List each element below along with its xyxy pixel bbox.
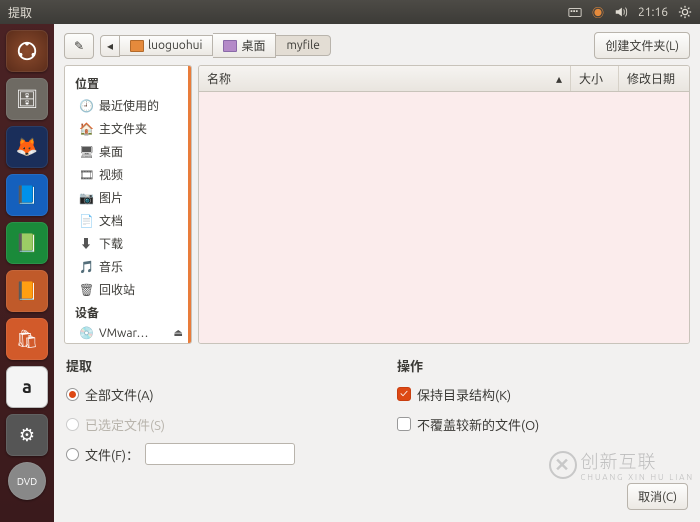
trash-icon: 🗑: [79, 283, 93, 297]
disc-icon: 💿: [79, 326, 93, 340]
writer-icon[interactable]: 📘: [6, 174, 48, 216]
place-videos[interactable]: 🎞视频: [65, 163, 191, 186]
amazon-icon[interactable]: a: [6, 366, 48, 408]
operation-header: 操作: [397, 356, 688, 375]
keyboard-indicator[interactable]: [568, 5, 582, 19]
dvd-icon[interactable]: DVD: [8, 462, 46, 500]
music-icon: 🎵: [79, 260, 93, 274]
extract-header: 提取: [66, 356, 357, 375]
file-list[interactable]: [199, 92, 689, 343]
place-home[interactable]: 🏠主文件夹: [65, 117, 191, 140]
unity-launcher: 🗄 🦊 📘 📗 📙 🛍 a ⚙ DVD: [0, 24, 54, 522]
operation-options: 操作 保持目录结构(K) 不覆盖较新的文件(O): [397, 356, 688, 473]
radio-icon: [66, 388, 79, 401]
breadcrumb-item-2[interactable]: myfile: [276, 35, 330, 56]
places-sidebar: 位置 🕘最近使用的 🏠主文件夹 🖥桌面 🎞视频 📷图片 📄文档 ⬇下载 🎵音乐 …: [64, 65, 192, 344]
firefox-icon[interactable]: 🦊: [6, 126, 48, 168]
files-pattern-input[interactable]: [145, 443, 295, 465]
checkbox-icon: [397, 387, 411, 401]
breadcrumb-item-1[interactable]: 桌面: [213, 33, 276, 58]
window-title: 提取: [8, 4, 32, 21]
dialog-actions: 取消(C): [54, 483, 700, 522]
document-icon: 📄: [79, 214, 93, 228]
options-area: 提取 全部文件(A) 已选定文件(S) 文件(F)： 操作 保持目录结构(K) …: [54, 350, 700, 483]
radio-files-pattern[interactable]: 文件(F)：: [66, 443, 357, 465]
extract-dialog: ✎ ◂ luoguohui 桌面 myfile 创建文件夹(L) 位置 🕘最近使…: [54, 24, 700, 522]
sound-indicator[interactable]: [614, 5, 628, 19]
file-list-area: 名称▴ 大小 修改日期: [198, 65, 690, 344]
settings-icon[interactable]: ⚙: [6, 414, 48, 456]
place-documents[interactable]: 📄文档: [65, 209, 191, 232]
check-keep-structure[interactable]: 保持目录结构(K): [397, 383, 688, 405]
place-music[interactable]: 🎵音乐: [65, 255, 191, 278]
sort-asc-icon: ▴: [556, 72, 562, 86]
home-icon: 🏠: [79, 122, 93, 136]
clock[interactable]: 21:16: [638, 6, 668, 19]
clock-icon: 🕘: [79, 99, 93, 113]
breadcrumb-item-0[interactable]: luoguohui: [120, 35, 213, 56]
place-recent[interactable]: 🕘最近使用的: [65, 94, 191, 117]
calc-icon[interactable]: 📗: [6, 222, 48, 264]
camera-icon: 📷: [79, 191, 93, 205]
place-downloads[interactable]: ⬇下载: [65, 232, 191, 255]
cancel-button[interactable]: 取消(C): [627, 483, 688, 510]
top-panel: 提取 ◉ 21:16: [0, 0, 700, 24]
edit-path-button[interactable]: ✎: [64, 33, 94, 59]
col-name[interactable]: 名称▴: [199, 66, 571, 91]
video-icon: 🎞: [79, 168, 93, 182]
updates-indicator[interactable]: ◉: [592, 4, 604, 21]
location-toolbar: ✎ ◂ luoguohui 桌面 myfile 创建文件夹(L): [54, 24, 700, 65]
col-mtime[interactable]: 修改日期: [619, 66, 689, 91]
col-size[interactable]: 大小: [571, 66, 619, 91]
software-center-icon[interactable]: 🛍: [6, 318, 48, 360]
check-no-overwrite[interactable]: 不覆盖较新的文件(O): [397, 413, 688, 435]
download-icon: ⬇: [79, 235, 93, 252]
desktop-icon: 🖥: [79, 145, 93, 159]
create-folder-button[interactable]: 创建文件夹(L): [594, 32, 690, 59]
radio-icon: [66, 448, 79, 461]
radio-selected-files: 已选定文件(S): [66, 413, 357, 435]
eject-icon[interactable]: ⏏: [174, 327, 183, 339]
breadcrumb: ◂ luoguohui 桌面 myfile: [100, 33, 331, 58]
radio-all-files[interactable]: 全部文件(A): [66, 383, 357, 405]
files-icon[interactable]: 🗄: [6, 78, 48, 120]
extract-options: 提取 全部文件(A) 已选定文件(S) 文件(F)：: [66, 356, 357, 473]
place-trash[interactable]: 🗑回收站: [65, 278, 191, 301]
place-desktop[interactable]: 🖥桌面: [65, 140, 191, 163]
breadcrumb-back[interactable]: ◂: [100, 35, 120, 57]
devices-header: 设备: [65, 301, 191, 323]
checkbox-icon: [397, 417, 411, 431]
places-header: 位置: [65, 72, 191, 94]
device-vmware[interactable]: 💿VMwar…⏏: [65, 323, 191, 343]
folder-icon: [130, 40, 144, 52]
impress-icon[interactable]: 📙: [6, 270, 48, 312]
place-pictures[interactable]: 📷图片: [65, 186, 191, 209]
gear-icon[interactable]: [678, 5, 692, 19]
file-list-header: 名称▴ 大小 修改日期: [199, 66, 689, 92]
folder-icon: [223, 40, 237, 52]
dash-icon[interactable]: [6, 30, 48, 72]
radio-icon: [66, 418, 79, 431]
